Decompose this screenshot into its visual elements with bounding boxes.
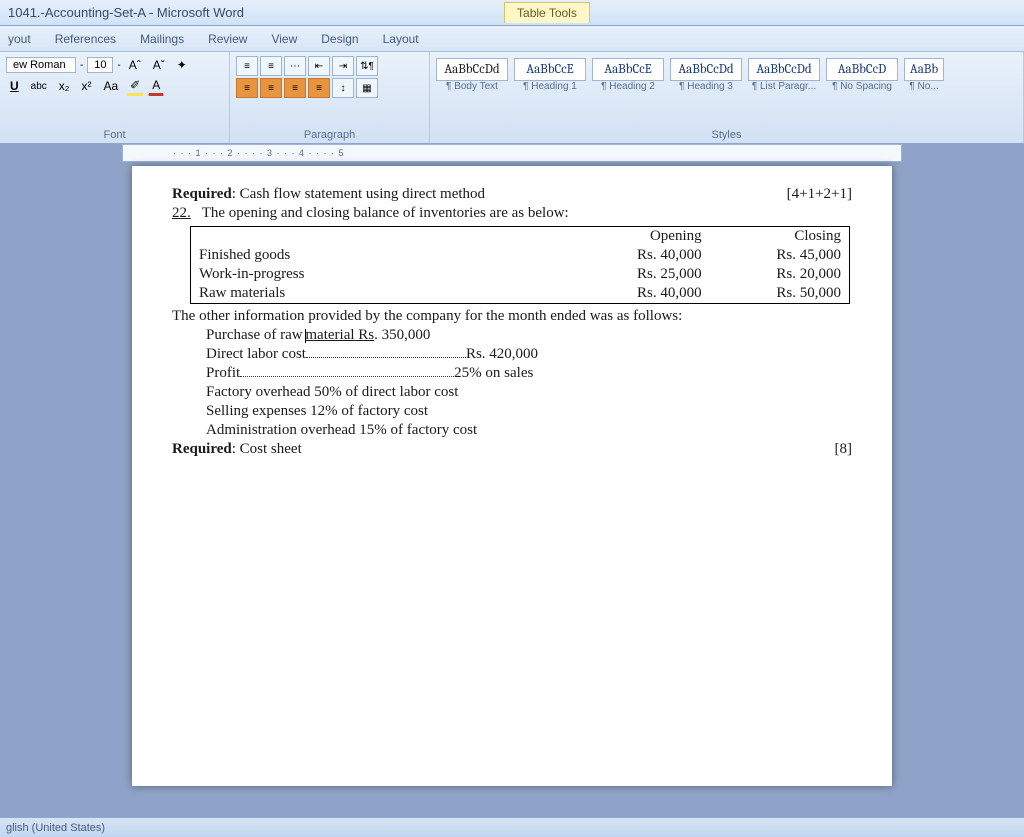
required-label-1: Required (172, 186, 232, 202)
purchase-a: Purchase of raw (206, 327, 306, 343)
style-list-para[interactable]: AaBbCcDd ¶ List Paragr... (748, 58, 820, 92)
q22-text: The opening and closing balance of inven… (202, 205, 569, 221)
table-row: Work-in-progress Rs. 25,000 Rs. 20,000 (191, 265, 850, 284)
font-color-button[interactable]: A (148, 76, 164, 96)
change-case-button[interactable]: Aa (99, 77, 122, 95)
line-spacing-button[interactable]: ↕ (332, 78, 354, 98)
purchase-b: . 350,000 (374, 327, 430, 343)
required-label-2: Required (172, 441, 232, 457)
tab-mailings[interactable]: Mailings (134, 28, 190, 50)
clear-format-button[interactable]: ✦ (173, 56, 191, 74)
group-styles: AaBbCcDd ¶ Body Text AaBbCcE ¶ Heading 1… (430, 52, 1024, 143)
ovh1: Factory overhead 50% of direct labor cos… (206, 384, 852, 401)
document-area[interactable]: · · · 1 · · · 2 · · · · 3 · · · 4 · · · … (0, 144, 1024, 817)
subscript-button[interactable]: x₂ (55, 77, 74, 95)
required-text-2: : Cost sheet (232, 441, 302, 457)
profit-a: Profit (206, 365, 240, 381)
page[interactable]: Required: Cash flow statement using dire… (132, 166, 892, 786)
profit-b: 25% on sales (454, 365, 533, 381)
shrink-font-button[interactable]: Aˇ (149, 56, 169, 74)
table-row: Finished goods Rs. 40,000 Rs. 45,000 (191, 246, 850, 265)
style-body-text[interactable]: AaBbCcDd ¶ Body Text (436, 58, 508, 92)
justify-button[interactable]: ≡ (308, 78, 330, 98)
shading-borders-button[interactable]: ▦ (356, 78, 378, 98)
style-more[interactable]: AaBb ¶ No... (904, 58, 944, 92)
highlight-button[interactable]: ✐ (126, 76, 144, 96)
style-heading3[interactable]: AaBbCcDd ¶ Heading 3 (670, 58, 742, 92)
align-right-button[interactable]: ≡ (284, 78, 306, 98)
strike-button[interactable]: abc (27, 79, 51, 94)
ribbon: ew Roman - 10 - Aˆ Aˇ ✦ U abc x₂ x² Aa ✐… (0, 52, 1024, 144)
marks-2: [8] (835, 441, 853, 458)
tab-review[interactable]: Review (202, 28, 253, 50)
style-heading1[interactable]: AaBbCcE ¶ Heading 1 (514, 58, 586, 92)
labor-a: Direct labor cost (206, 346, 306, 362)
required-text-1: : Cash flow statement using direct metho… (232, 186, 485, 202)
inventory-table: Opening Closing Finished goods Rs. 40,00… (190, 226, 850, 304)
group-font: ew Roman - 10 - Aˆ Aˇ ✦ U abc x₂ x² Aa ✐… (0, 52, 230, 143)
align-left-button[interactable]: ≡ (236, 78, 258, 98)
group-label-font: Font (6, 127, 223, 141)
style-heading2[interactable]: AaBbCcE ¶ Heading 2 (592, 58, 664, 92)
group-label-para: Paragraph (236, 127, 423, 141)
multilevel-button[interactable]: ⋯ (284, 56, 306, 76)
tab-references[interactable]: References (49, 28, 122, 50)
tab-layout-cut[interactable]: yout (2, 28, 37, 50)
contextual-tab-table-tools[interactable]: Table Tools (504, 2, 590, 23)
col-opening: Opening (570, 227, 710, 247)
style-no-spacing[interactable]: AaBbCcD ¶ No Spacing (826, 58, 898, 92)
ovh2: Selling expenses 12% of factory cost (206, 403, 852, 420)
ovh3: Administration overhead 15% of factory c… (206, 422, 852, 439)
font-size-combo[interactable]: 10 (87, 57, 113, 73)
q22-number: 22. (172, 205, 191, 221)
group-label-styles: Styles (436, 127, 1017, 141)
group-paragraph: ≡ ≡ ⋯ ⇤ ⇥ ⇅¶ ≡ ≡ ≡ ≡ ↕ ▦ Paragraph (230, 52, 430, 143)
tab-view[interactable]: View (265, 28, 303, 50)
col-closing: Closing (710, 227, 850, 247)
ribbon-tabs: yout References Mailings Review View Des… (0, 26, 1024, 52)
table-row: Raw materials Rs. 40,000 Rs. 50,000 (191, 284, 850, 304)
labor-b: Rs. 420,000 (466, 346, 538, 362)
underline-button[interactable]: U (6, 77, 23, 95)
font-name-combo[interactable]: ew Roman (6, 57, 76, 73)
window-title: 1041.-Accounting-Set-A - Microsoft Word (8, 5, 244, 20)
language-status[interactable]: glish (United States) (6, 822, 105, 834)
marks-1: [4+1+2+1] (787, 186, 852, 203)
other-info-line: The other information provided by the co… (172, 308, 852, 325)
horizontal-ruler[interactable]: · · · 1 · · · 2 · · · · 3 · · · 4 · · · … (122, 144, 902, 162)
grow-font-button[interactable]: Aˆ (125, 56, 145, 74)
tab-design[interactable]: Design (315, 28, 364, 50)
superscript-button[interactable]: x² (77, 77, 95, 95)
status-bar: glish (United States) (0, 817, 1024, 837)
inc-indent-button[interactable]: ⇥ (332, 56, 354, 76)
title-bar: 1041.-Accounting-Set-A - Microsoft Word … (0, 0, 1024, 26)
numbering-button[interactable]: ≡ (260, 56, 282, 76)
align-center-button[interactable]: ≡ (260, 78, 282, 98)
sort-button[interactable]: ⇅¶ (356, 56, 378, 76)
dec-indent-button[interactable]: ⇤ (308, 56, 330, 76)
bullets-button[interactable]: ≡ (236, 56, 258, 76)
purchase-u: material Rs (305, 327, 374, 343)
tab-table-layout[interactable]: Layout (377, 28, 425, 50)
